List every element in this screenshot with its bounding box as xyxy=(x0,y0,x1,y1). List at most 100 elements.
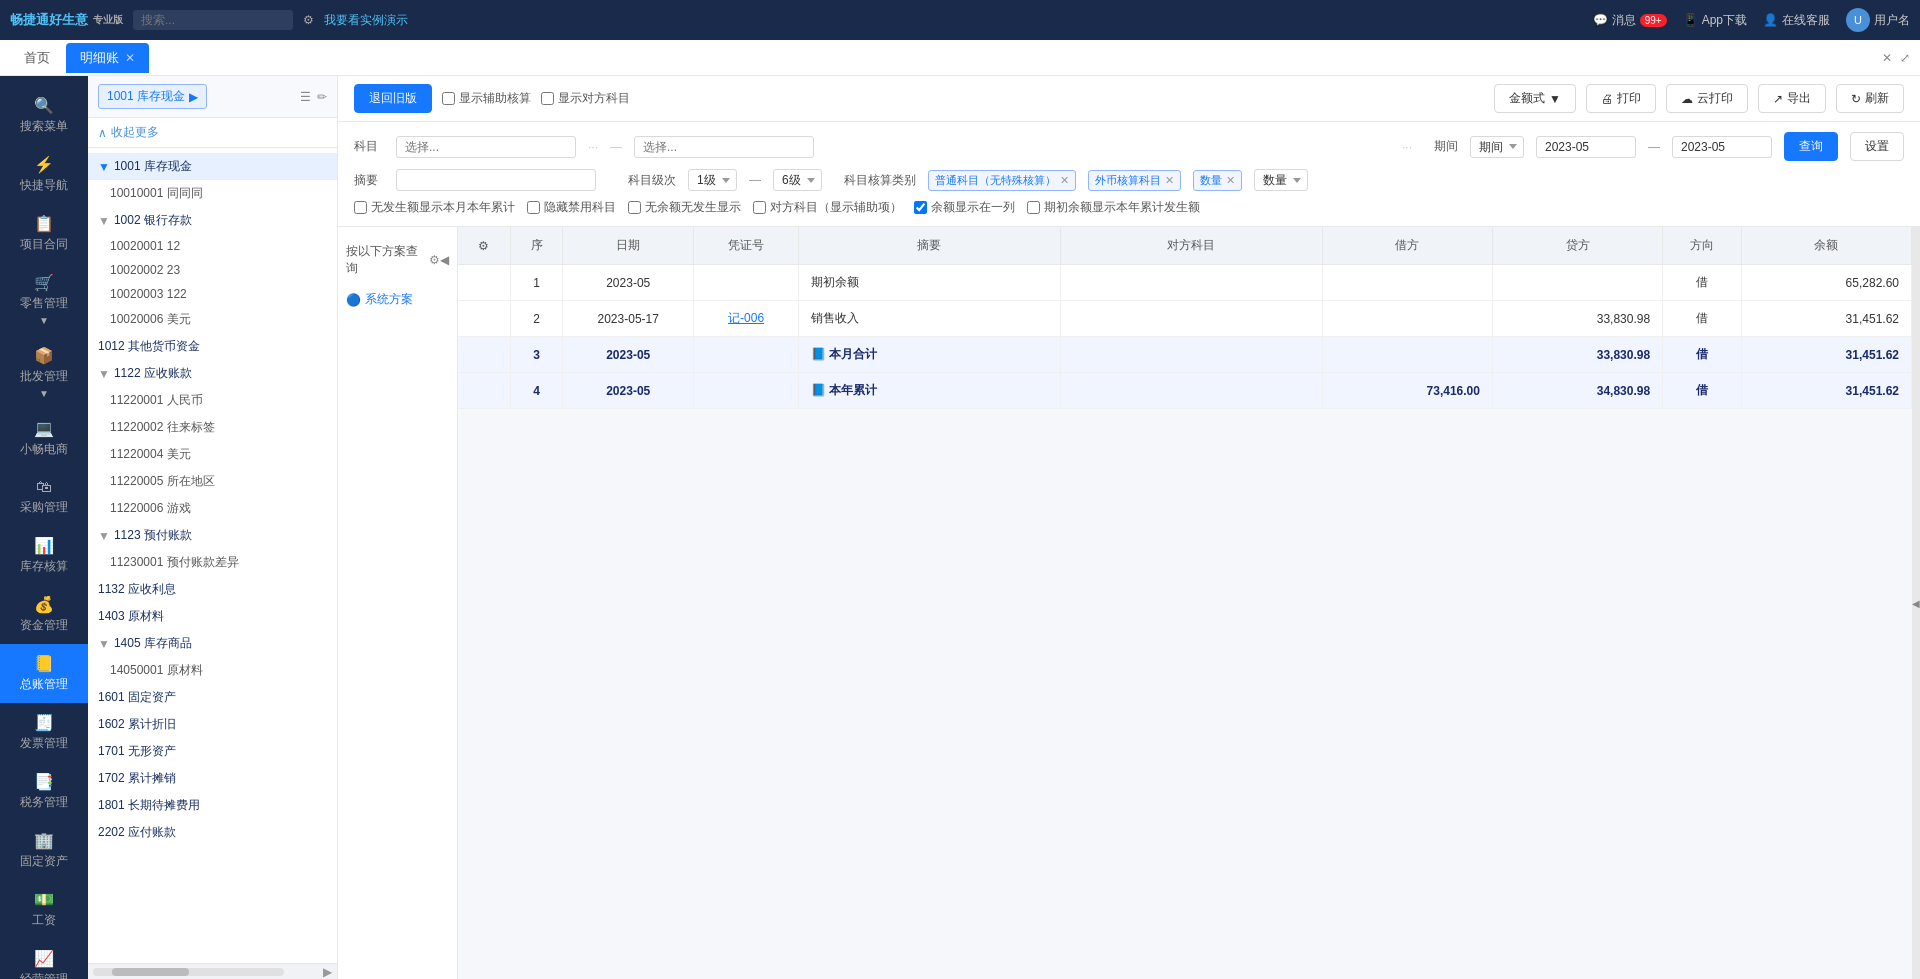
refresh-button[interactable]: ↻ 刷新 xyxy=(1836,84,1904,113)
tree-item-10020002[interactable]: 10020002 23 xyxy=(88,258,337,282)
tag-remove-0[interactable]: ✕ xyxy=(1060,174,1069,187)
current-account-display[interactable]: 1001 库存现金 ▶ xyxy=(98,84,207,109)
query-scheme-item[interactable]: 🔵 系统方案 xyxy=(346,291,449,308)
tree-item-1801[interactable]: 1801 长期待摊费用 xyxy=(88,792,337,819)
quantity-select[interactable]: 数量 xyxy=(1254,169,1308,191)
tree-item-10010001[interactable]: 10010001 同同同 xyxy=(88,180,337,207)
cb-hide-disabled[interactable]: 隐藏禁用科目 xyxy=(527,199,616,216)
edit-icon[interactable]: ✏ xyxy=(317,90,327,104)
list-view-icon[interactable]: ☰ xyxy=(300,90,311,104)
horizontal-scrollbar[interactable] xyxy=(93,968,284,976)
tree-item-11220004[interactable]: 11220004 美元 xyxy=(88,441,337,468)
sidebar-item-assets[interactable]: 🏢 固定资产 xyxy=(0,821,88,880)
tree-item-1403[interactable]: 1403 原材料 xyxy=(88,603,337,630)
cb-no-occurrence[interactable]: 无发生额显示本月本年累计 xyxy=(354,199,515,216)
tree-item-2202[interactable]: 2202 应付账款 xyxy=(88,819,337,846)
tab-close-icon[interactable]: ✕ xyxy=(125,51,135,65)
print-button[interactable]: 🖨 打印 xyxy=(1586,84,1656,113)
tree-item-10020003[interactable]: 10020003 122 xyxy=(88,282,337,306)
scroll-right-icon[interactable]: ▶ xyxy=(323,965,332,979)
show-aux-calc-checkbox[interactable]: 显示辅助核算 xyxy=(442,90,531,107)
tree-item-11220001[interactable]: 11220001 人民币 xyxy=(88,387,337,414)
collapse-query-icon[interactable]: ◀ xyxy=(440,253,449,267)
notifications-button[interactable]: 💬 消息 99+ xyxy=(1593,12,1667,29)
tree-item-1701[interactable]: 1701 无形资产 xyxy=(88,738,337,765)
tag-remove-2[interactable]: ✕ xyxy=(1226,174,1235,187)
tree-item-1012[interactable]: 1012 其他货币资金 xyxy=(88,333,337,360)
app-download-button[interactable]: 📱 App下载 xyxy=(1683,12,1747,29)
subject-input-2[interactable] xyxy=(634,136,814,158)
tree-item-11220002[interactable]: 11220002 往来标签 xyxy=(88,414,337,441)
sidebar-item-quick[interactable]: ⚡ 快捷导航 xyxy=(0,145,88,204)
cloud-print-button[interactable]: ☁ 云打印 xyxy=(1666,84,1748,113)
avatar: U xyxy=(1846,8,1870,32)
settings-icon[interactable]: ⚙ xyxy=(303,13,314,27)
demo-link[interactable]: 我要看实例演示 xyxy=(324,12,408,29)
cb-show-ytd[interactable]: 期初余额显示本年累计发生额 xyxy=(1027,199,1200,216)
tree-item-10020001[interactable]: 10020001 12 xyxy=(88,234,337,258)
query-button[interactable]: 查询 xyxy=(1784,132,1838,161)
cell-credit: 33,830.98 xyxy=(1492,337,1662,373)
table-row[interactable]: 1 2023-05 期初余额 借 65,282.60 xyxy=(458,265,1912,301)
sidebar-item-purchase[interactable]: 🛍 采购管理 xyxy=(0,468,88,526)
show-opposite-checkbox[interactable]: 显示对方科目 xyxy=(541,90,630,107)
summary-input[interactable] xyxy=(396,169,596,191)
tree-item-11220006[interactable]: 11220006 游戏 xyxy=(88,495,337,522)
print-icon: 🖨 xyxy=(1601,92,1613,106)
sidebar-item-ecommerce[interactable]: 💻 小畅电商 xyxy=(0,409,88,468)
sidebar-item-finance[interactable]: 💰 资金管理 xyxy=(0,585,88,644)
subject-input[interactable] xyxy=(396,136,576,158)
tree-item-1602[interactable]: 1602 累计折旧 xyxy=(88,711,337,738)
amount-format-button[interactable]: 金额式 ▼ xyxy=(1494,84,1576,113)
query-settings-icon[interactable]: ⚙ xyxy=(429,253,440,267)
cb-no-balance[interactable]: 无余额无发生显示 xyxy=(628,199,741,216)
export-button[interactable]: ↗ 导出 xyxy=(1758,84,1826,113)
tree-item-1123[interactable]: ▼ 1123 预付账款 xyxy=(88,522,337,549)
top-search-input[interactable] xyxy=(133,10,293,30)
tree-item-1405[interactable]: ▼ 1405 库存商品 xyxy=(88,630,337,657)
table-row-summary-year[interactable]: 4 2023-05 📘 本年累计 73,416.00 34,830.98 借 3… xyxy=(458,373,1912,409)
sidebar-item-tax[interactable]: 📑 税务管理 xyxy=(0,762,88,821)
sidebar-item-search[interactable]: 🔍 搜索菜单 xyxy=(0,86,88,145)
table-row[interactable]: 2 2023-05-17 记-006 销售收入 33,830.98 借 31,4… xyxy=(458,301,1912,337)
tab-home[interactable]: 首页 xyxy=(10,43,64,73)
period-from-input[interactable] xyxy=(1536,136,1636,158)
online-service-button[interactable]: 👤 在线客服 xyxy=(1763,12,1830,29)
level-to-select[interactable]: 6级 1级 2级 xyxy=(773,169,822,191)
sidebar-item-project[interactable]: 📋 项目合同 xyxy=(0,204,88,263)
user-avatar[interactable]: U 用户名 xyxy=(1846,8,1910,32)
tree-item-1702[interactable]: 1702 累计摊销 xyxy=(88,765,337,792)
period-type-select[interactable]: 期间 xyxy=(1470,136,1524,158)
settings-filter-button[interactable]: 设置 xyxy=(1850,132,1904,161)
th-settings[interactable]: ⚙ xyxy=(458,227,510,265)
expand-icon[interactable]: ⤢ xyxy=(1900,51,1910,65)
sidebar-item-ledger[interactable]: 📒 总账管理 xyxy=(0,644,88,703)
cb-balance-in-one[interactable]: 余额显示在一列 xyxy=(914,199,1015,216)
tree-item-10020006[interactable]: 10020006 美元 xyxy=(88,306,337,333)
sidebar-item-inventory[interactable]: 📊 库存核算 xyxy=(0,526,88,585)
collapse-more-button[interactable]: ∧ xyxy=(98,126,107,140)
right-expand-panel[interactable]: ◀ xyxy=(1912,227,1920,979)
voucher-link[interactable]: 记-006 xyxy=(728,311,764,325)
tree-item-1601[interactable]: 1601 固定资产 xyxy=(88,684,337,711)
tree-item-11220005[interactable]: 11220005 所在地区 xyxy=(88,468,337,495)
tree-item-14050001[interactable]: 14050001 原材料 xyxy=(88,657,337,684)
tree-item-11230001[interactable]: 11230001 预付账款差异 xyxy=(88,549,337,576)
close-all-icon[interactable]: ✕ xyxy=(1882,51,1892,65)
level-from-select[interactable]: 1级 2级 3级 xyxy=(688,169,737,191)
back-old-version-button[interactable]: 退回旧版 xyxy=(354,84,432,113)
sidebar-item-salary[interactable]: 💵 工资 xyxy=(0,880,88,939)
sidebar-item-operations[interactable]: 📈 经营管理 xyxy=(0,939,88,979)
sidebar-item-retail[interactable]: 🛒 零售管理 ▼ xyxy=(0,263,88,336)
sidebar-item-invoice[interactable]: 🧾 发票管理 xyxy=(0,703,88,762)
period-to-input[interactable] xyxy=(1672,136,1772,158)
tree-item-1122[interactable]: ▼ 1122 应收账款 xyxy=(88,360,337,387)
sidebar-item-wholesale[interactable]: 📦 批发管理 ▼ xyxy=(0,336,88,409)
cb-show-opposite[interactable]: 对方科目（显示辅助项） xyxy=(753,199,902,216)
tree-item-1001[interactable]: ▼ 1001 库存现金 xyxy=(88,153,337,180)
table-row-summary-month[interactable]: 3 2023-05 📘 本月合计 33,830.98 借 31,451.62 xyxy=(458,337,1912,373)
tree-item-1002[interactable]: ▼ 1002 银行存款 xyxy=(88,207,337,234)
tree-item-1132[interactable]: 1132 应收利息 xyxy=(88,576,337,603)
tag-remove-1[interactable]: ✕ xyxy=(1165,174,1174,187)
tab-detail[interactable]: 明细账 ✕ xyxy=(66,43,149,73)
